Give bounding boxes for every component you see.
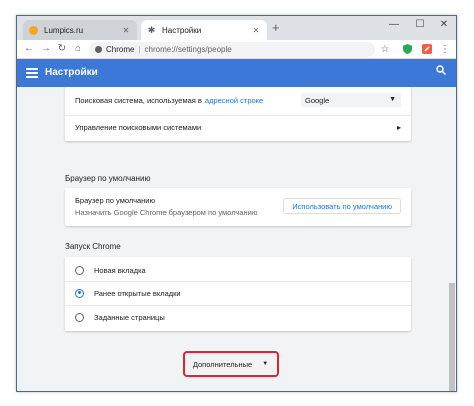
shield-extension-icon[interactable] <box>400 42 414 56</box>
selected-engine: Google <box>305 95 330 105</box>
site-info-icon[interactable] <box>95 46 102 53</box>
reload-icon[interactable]: ↻ <box>55 42 69 56</box>
chevron-right-icon: ▸ <box>396 122 401 132</box>
manage-search-engines-label: Управление поисковыми системами <box>75 122 202 132</box>
scheme-label: Chrome <box>106 45 135 54</box>
url-text: chrome://settings/people <box>144 45 232 54</box>
startup-section-title: Запуск Chrome <box>65 242 121 251</box>
gear-icon: ✱ <box>147 24 156 35</box>
address-bar-link[interactable]: адресной строке <box>205 96 263 105</box>
startup-option-specific-pages[interactable]: Заданные страницы <box>75 310 401 324</box>
more-menu-icon[interactable]: ⋮ <box>438 42 452 56</box>
make-default-button[interactable]: Использовать по умолчанию <box>283 198 401 214</box>
close-tab-icon[interactable]: ✕ <box>121 26 131 35</box>
tab-settings[interactable]: ✱ Настройки ✕ <box>141 20 267 40</box>
default-browser-section-title: Браузер по умолчанию <box>65 174 151 183</box>
startup-option-new-tab[interactable]: Новая вкладка <box>75 263 401 277</box>
radio-button[interactable] <box>75 265 84 275</box>
forward-arrow-icon[interactable]: → <box>39 42 53 56</box>
tab-lumpics[interactable]: Lumpics.ru ✕ <box>23 20 137 40</box>
default-browser-card: Браузер по умолчанию Назначить Google Ch… <box>65 188 411 226</box>
divider <box>65 115 411 116</box>
browser-window: Lumpics.ru ✕ ✱ Настройки ✕ + — ☐ ✕ ← → ↻… <box>16 15 457 392</box>
tab-strip: Lumpics.ru ✕ ✱ Настройки ✕ + — ☐ ✕ <box>17 16 456 40</box>
option-label: Ранее открытые вкладки <box>94 288 181 298</box>
search-engine-card: Поисковая система, используемая в адресн… <box>65 87 411 141</box>
close-window-button[interactable]: ✕ <box>431 18 456 32</box>
dropdown-caret-icon: ▼ <box>389 96 396 103</box>
settings-content: Поисковая система, используемая в адресн… <box>17 87 456 391</box>
option-label: Новая вкладка <box>94 265 146 275</box>
new-tab-button[interactable]: + <box>272 20 280 36</box>
search-engine-select[interactable]: Google ▼ <box>301 93 401 107</box>
scrollbar[interactable] <box>448 87 456 391</box>
minimize-button[interactable]: — <box>381 18 407 32</box>
lumpics-favicon-icon <box>29 25 38 35</box>
bookmark-star-icon[interactable]: ☆ <box>378 42 392 56</box>
divider <box>65 281 411 282</box>
omnibox-separator: | <box>138 45 141 54</box>
close-tab-icon[interactable]: ✕ <box>251 26 261 35</box>
home-icon[interactable]: ⌂ <box>71 42 85 56</box>
advanced-button[interactable]: Дополнительные ▼ <box>188 355 273 373</box>
scrollbar-thumb[interactable] <box>449 283 455 391</box>
back-arrow-icon[interactable]: ← <box>22 42 36 56</box>
page-title: Настройки <box>45 67 98 78</box>
maximize-button[interactable]: ☐ <box>407 18 433 32</box>
tab-title: Lumpics.ru <box>44 25 84 35</box>
tab-title: Настройки <box>162 25 202 35</box>
settings-header: Настройки <box>17 59 456 87</box>
manage-search-engines-row[interactable]: Управление поисковыми системами ▸ <box>75 120 401 134</box>
extension-icon[interactable] <box>420 42 434 56</box>
search-icon[interactable] <box>436 65 447 78</box>
radio-button[interactable] <box>75 312 84 322</box>
hamburger-menu-icon[interactable] <box>26 68 38 78</box>
browser-toolbar: ← → ↻ ⌂ Chrome | chrome://settings/peopl… <box>17 40 456 59</box>
option-label: Заданные страницы <box>94 312 165 322</box>
radio-button-checked[interactable] <box>75 288 84 298</box>
startup-card: Новая вкладка Ранее открытые вкладки Зад… <box>65 257 411 331</box>
advanced-label: Дополнительные <box>192 359 253 369</box>
divider <box>65 305 411 306</box>
chevron-down-icon: ▼ <box>262 361 269 367</box>
address-bar[interactable]: Chrome | chrome://settings/people <box>89 42 375 57</box>
startup-option-continue[interactable]: Ранее открытые вкладки <box>75 286 401 300</box>
search-engine-label: Поисковая система, используемая в <box>75 95 202 105</box>
